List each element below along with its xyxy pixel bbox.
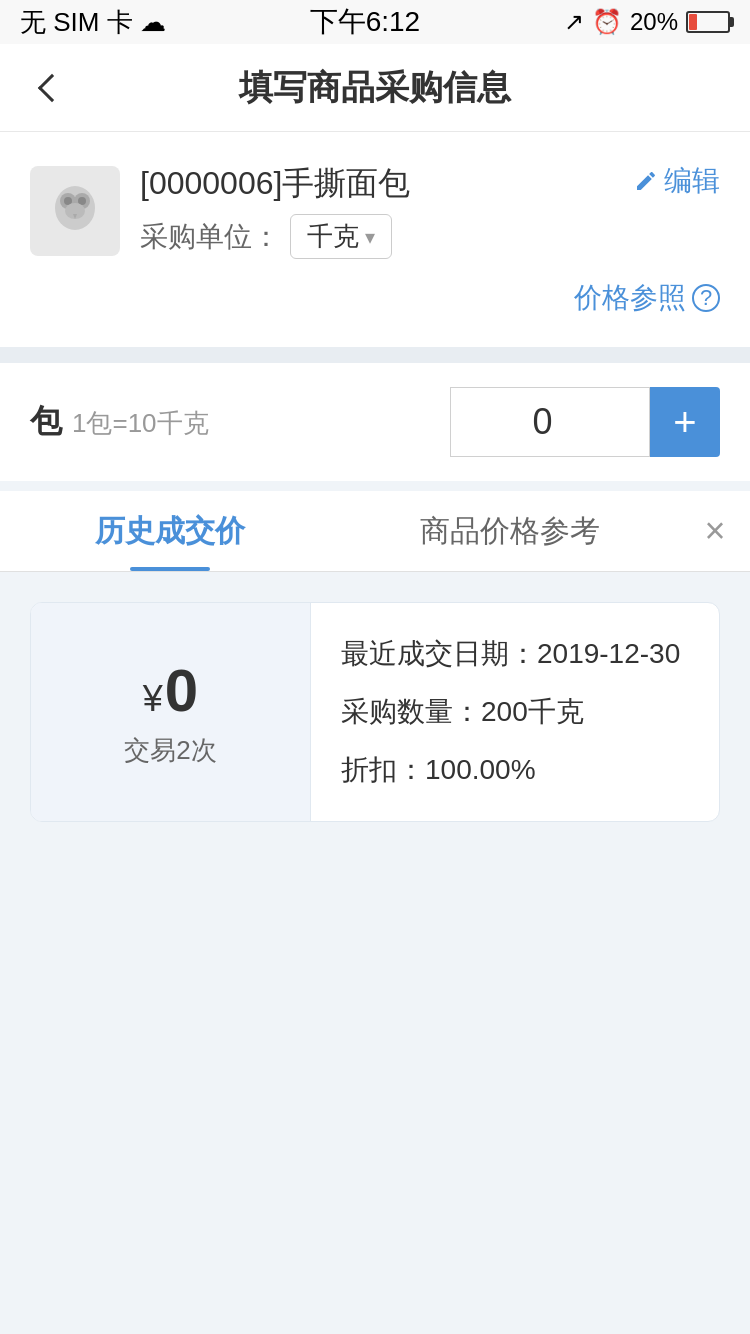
unit-dropdown[interactable]: 千克 ▾ xyxy=(290,214,392,259)
page-title: 填写商品采购信息 xyxy=(239,65,511,111)
location-icon: ↗ xyxy=(564,8,584,36)
recent-date-value: 2019-12-30 xyxy=(537,638,680,669)
tab-product-price[interactable]: 商品价格参考 xyxy=(340,491,680,571)
purchase-qty-row: 采购数量：200千克 xyxy=(341,691,689,733)
edit-icon xyxy=(634,169,658,193)
discount-label: 折扣： xyxy=(341,754,425,785)
quantity-input[interactable] xyxy=(450,387,650,457)
battery-percent: 20% xyxy=(630,8,678,36)
status-left: 无 SIM 卡 ☁ xyxy=(20,5,166,40)
nav-bar: 填写商品采购信息 xyxy=(0,44,750,132)
price-ref-label: 价格参照 xyxy=(574,279,686,317)
product-name: [0000006]手撕面包 xyxy=(140,162,410,206)
back-button[interactable] xyxy=(30,66,74,110)
unit-label: 采购单位： xyxy=(140,218,280,256)
tab-history-label: 历史成交价 xyxy=(95,511,245,552)
help-icon: ? xyxy=(692,284,720,312)
price-card-left: ¥0 交易2次 xyxy=(31,603,311,821)
price-card-right: 最近成交日期：2019-12-30 采购数量：200千克 折扣：100.00% xyxy=(311,603,719,821)
close-icon: × xyxy=(704,510,725,552)
status-time: 下午6:12 xyxy=(310,3,421,41)
price-card: ¥0 交易2次 最近成交日期：2019-12-30 采购数量：200千克 折扣：… xyxy=(30,602,720,822)
purchase-qty-value: 200千克 xyxy=(481,696,584,727)
product-section: [0000006]手撕面包 采购单位： 千克 ▾ 编辑 价格参照 ? xyxy=(0,132,750,347)
tabs-section: 历史成交价 商品价格参考 × ¥0 交易2次 最近成交日期：2019-12-30… xyxy=(0,481,750,1334)
tabs-header: 历史成交价 商品价格参考 × xyxy=(0,491,750,572)
product-image-placeholder xyxy=(45,176,105,245)
product-header: [0000006]手撕面包 采购单位： 千克 ▾ 编辑 xyxy=(30,162,720,259)
quantity-unit: 包 xyxy=(30,400,62,444)
trade-count: 交易2次 xyxy=(124,733,216,768)
status-bar: 无 SIM 卡 ☁ 下午6:12 ↗ ⏰ 20% xyxy=(0,0,750,44)
product-info: [0000006]手撕面包 采购单位： 千克 ▾ xyxy=(140,162,410,259)
back-arrow-icon xyxy=(38,73,66,101)
discount-row: 折扣：100.00% xyxy=(341,749,689,791)
main-content-area xyxy=(0,852,750,1334)
battery-icon xyxy=(686,11,730,33)
price-card-container: ¥0 交易2次 最近成交日期：2019-12-30 采购数量：200千克 折扣：… xyxy=(0,572,750,852)
purchase-qty-label: 采购数量： xyxy=(341,696,481,727)
discount-value: 100.00% xyxy=(425,754,536,785)
tab-close-button[interactable]: × xyxy=(680,491,750,571)
recent-date-label: 最近成交日期： xyxy=(341,638,537,669)
sim-status: 无 SIM 卡 ☁ xyxy=(20,5,166,40)
tab-history-price[interactable]: 历史成交价 xyxy=(0,491,340,571)
product-unit-row: 采购单位： 千克 ▾ xyxy=(140,214,410,259)
quantity-section: 包 1包=10千克 + xyxy=(0,363,750,481)
alarm-icon: ⏰ xyxy=(592,8,622,36)
price-reference-button[interactable]: 价格参照 ? xyxy=(574,279,720,317)
unit-value: 千克 xyxy=(307,219,359,254)
product-footer: 价格参照 ? xyxy=(30,279,720,317)
currency-symbol: ¥ xyxy=(143,678,163,719)
edit-label: 编辑 xyxy=(664,162,720,200)
owl-icon xyxy=(45,176,105,236)
section-divider xyxy=(0,347,750,363)
status-right: ↗ ⏰ 20% xyxy=(564,8,730,36)
product-thumbnail xyxy=(30,166,120,256)
edit-button[interactable]: 编辑 xyxy=(634,162,720,200)
product-left: [0000006]手撕面包 采购单位： 千克 ▾ xyxy=(30,162,410,259)
dropdown-arrow-icon: ▾ xyxy=(365,225,375,249)
quantity-label: 包 1包=10千克 xyxy=(30,400,209,444)
quantity-plus-button[interactable]: + xyxy=(650,387,720,457)
price-display: ¥0 xyxy=(143,656,198,725)
quantity-input-group: + xyxy=(450,387,720,457)
price-number: 0 xyxy=(165,657,198,724)
quantity-conversion: 1包=10千克 xyxy=(72,406,209,441)
tab-product-label: 商品价格参考 xyxy=(420,511,600,552)
recent-date-row: 最近成交日期：2019-12-30 xyxy=(341,633,689,675)
